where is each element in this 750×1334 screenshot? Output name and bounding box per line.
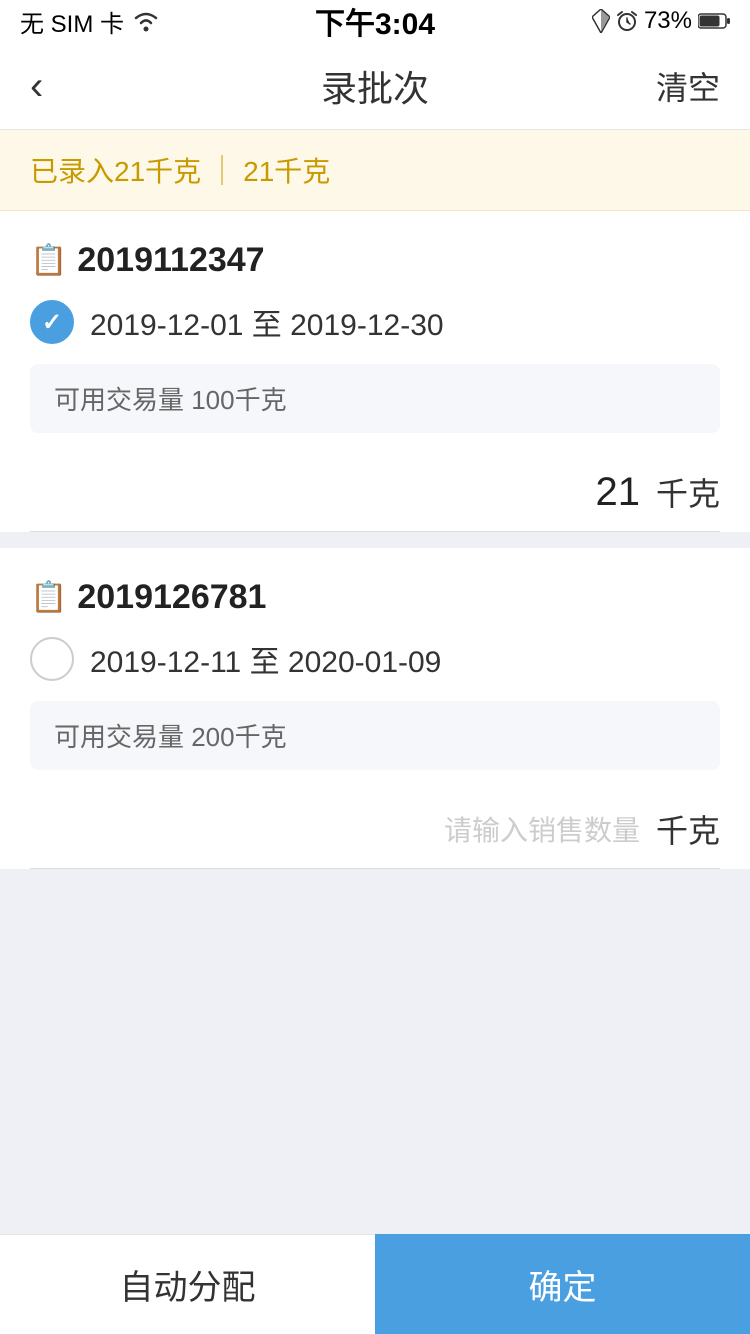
batch1-radio[interactable]: ✓ bbox=[30, 300, 74, 344]
batch1-unit: 千克 bbox=[656, 469, 720, 515]
alarm-icon bbox=[616, 10, 638, 32]
batch2-radio[interactable] bbox=[30, 637, 74, 681]
card-divider bbox=[0, 532, 750, 548]
batch2-unit: 千克 bbox=[656, 806, 720, 852]
nav-bar: ‹ 录批次 清空 bbox=[0, 42, 750, 130]
location-icon bbox=[592, 9, 610, 33]
batch1-date: 2019-12-01 至 2019-12-30 bbox=[90, 300, 444, 344]
batch2-input-placeholder: 请输入销售数量 bbox=[444, 809, 640, 849]
summary-total: 21千克 bbox=[243, 150, 330, 190]
batch1-quantity-input[interactable] bbox=[520, 470, 640, 515]
batch2-card: 📋 2019126781 2019-12-11 至 2020-01-09 可用交… bbox=[0, 548, 750, 869]
batch1-icon: 📋 bbox=[30, 243, 67, 278]
auto-distribute-button[interactable]: 自动分配 bbox=[0, 1234, 375, 1334]
battery-icon bbox=[698, 12, 730, 30]
clear-button[interactable]: 清空 bbox=[656, 63, 720, 109]
battery-text: 73% bbox=[644, 7, 692, 35]
batch2-info: 可用交易量 200千克 bbox=[30, 701, 720, 770]
batch1-info: 可用交易量 100千克 bbox=[30, 364, 720, 433]
wifi-icon bbox=[132, 10, 160, 32]
summary-banner: 已录入21千克 21千克 bbox=[0, 130, 750, 211]
status-time: 下午3:04 bbox=[315, 0, 435, 43]
summary-entered: 已录入21千克 bbox=[30, 150, 201, 190]
batch2-id: 2019126781 bbox=[77, 578, 266, 617]
batch1-quantity-row: 千克 bbox=[0, 453, 750, 531]
batch1-header: 📋 2019112347 bbox=[0, 211, 750, 290]
batch2-date-row[interactable]: 2019-12-11 至 2020-01-09 bbox=[0, 627, 750, 691]
batch2-date: 2019-12-11 至 2020-01-09 bbox=[90, 637, 441, 681]
batch1-checkmark: ✓ bbox=[42, 308, 62, 337]
batch1-card: 📋 2019112347 ✓ 2019-12-01 至 2019-12-30 可… bbox=[0, 211, 750, 532]
batch1-id: 2019112347 bbox=[77, 241, 264, 280]
status-left: 无 SIM 卡 bbox=[20, 4, 160, 39]
batch2-header: 📋 2019126781 bbox=[0, 548, 750, 627]
status-right: 73% bbox=[592, 7, 730, 35]
summary-divider bbox=[221, 155, 223, 185]
batch2-input-row: 请输入销售数量 千克 bbox=[0, 790, 750, 868]
status-bar: 无 SIM 卡 下午3:04 73% bbox=[0, 0, 750, 42]
carrier-text: 无 SIM 卡 bbox=[20, 4, 124, 39]
batch2-icon: 📋 bbox=[30, 580, 67, 615]
back-button[interactable]: ‹ bbox=[30, 66, 43, 106]
page-title: 录批次 bbox=[321, 60, 429, 112]
confirm-button[interactable]: 确定 bbox=[375, 1234, 750, 1334]
bottom-buttons: 自动分配 确定 bbox=[0, 1234, 750, 1334]
batch1-date-row[interactable]: ✓ 2019-12-01 至 2019-12-30 bbox=[0, 290, 750, 354]
